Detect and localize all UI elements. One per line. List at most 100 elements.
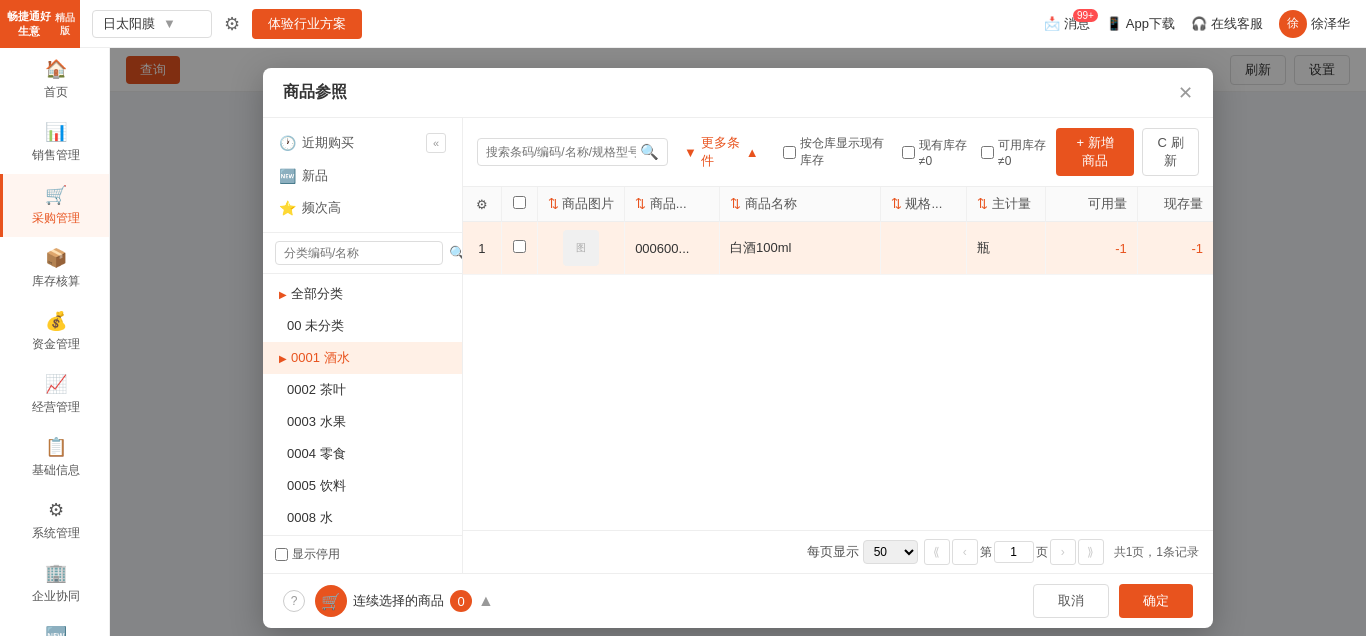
action-btns: + 新增商品 C 刷新: [1056, 128, 1199, 176]
filter-icon: ▼: [684, 145, 697, 160]
sidebar-item-operation[interactable]: 📈 经营管理: [0, 363, 109, 426]
th-settings: ⚙: [463, 187, 501, 222]
category-tea[interactable]: 0002 茶叶: [263, 374, 462, 406]
cart-count: 0: [450, 590, 472, 612]
help-icon[interactable]: ?: [283, 590, 305, 612]
sort-icon-unit: ⇅: [977, 196, 988, 211]
add-product-btn[interactable]: + 新增商品: [1056, 128, 1134, 176]
home-icon: 🏠: [45, 58, 67, 80]
frequent-icon: ⭐: [279, 200, 296, 216]
category-list: ▶ 全部分类 00 未分类 ▶ 0001 酒水 0002 茶: [263, 274, 462, 535]
purchase-icon: 🛒: [45, 184, 67, 206]
page-suffix-label: 页: [1036, 544, 1048, 561]
show-disabled-label[interactable]: 显示停用: [275, 546, 340, 563]
search-input[interactable]: [486, 145, 636, 159]
category-search-input[interactable]: [275, 241, 443, 265]
navbar: 畅捷通好生意 精品版 日太阳膜 ▼ ⚙ 体验行业方案 📩 消息 99+ 📱 Ap…: [0, 0, 1366, 48]
per-page: 每页显示 10 20 50 100: [807, 540, 918, 564]
frequent-nav[interactable]: ⭐ 频次高: [263, 192, 462, 224]
sort-icon-code: ⇅: [635, 196, 646, 211]
select-all-checkbox[interactable]: [513, 196, 526, 209]
settings-icon[interactable]: ⚙: [224, 13, 240, 35]
new-product-nav[interactable]: 🆕 新品: [263, 160, 462, 192]
category-water[interactable]: 0008 水: [263, 502, 462, 534]
category-fruit[interactable]: 0003 水果: [263, 406, 462, 438]
show-stock-checkbox[interactable]: [783, 146, 796, 159]
checkbox-nonzero-stock[interactable]: 现有库存≠0: [902, 137, 969, 168]
app-download-btn[interactable]: 📱 App下载: [1106, 15, 1175, 33]
sidebar-item-sales[interactable]: 📊 销售管理: [0, 111, 109, 174]
modal-footer: ? 🛒 连续选择的商品 0 ▲ 取消 确定: [263, 573, 1213, 628]
refresh-table-btn[interactable]: C 刷新: [1142, 128, 1199, 176]
checkbox-show-stock[interactable]: 按仓库显示现有库存: [783, 135, 890, 169]
last-page-btn[interactable]: ⟫: [1078, 539, 1104, 565]
filter-btn[interactable]: ▼ 更多条件 ▲: [676, 130, 767, 174]
sidebar-item-purchase[interactable]: 🛒 采购管理: [0, 174, 109, 237]
guide-icon: 🆕: [45, 625, 67, 636]
category-all[interactable]: ▶ 全部分类: [263, 278, 462, 310]
chevron-up-icon[interactable]: ▲: [478, 592, 494, 610]
product-table: ⚙ ⇅ 商品图片 ⇅ 商品...: [463, 187, 1213, 275]
th-unit: ⇅ 主计量: [967, 187, 1046, 222]
experience-btn[interactable]: 体验行业方案: [252, 9, 362, 39]
page-input[interactable]: [994, 541, 1034, 563]
category-drinks[interactable]: 0005 饮料: [263, 470, 462, 502]
sidebar-item-home[interactable]: 🏠 首页: [0, 48, 109, 111]
user-avatar[interactable]: 徐 徐泽华: [1279, 10, 1350, 38]
per-page-select[interactable]: 10 20 50 100: [863, 540, 918, 564]
sidebar-item-finance[interactable]: 💰 资金管理: [0, 300, 109, 363]
headset-icon: 🎧: [1191, 16, 1207, 31]
page-total: 共1页，1条记录: [1114, 544, 1199, 561]
nonzero-stock-checkbox[interactable]: [902, 146, 915, 159]
page-nav: ⟪ ‹ 第 页 › ⟫: [924, 539, 1104, 565]
available-checkbox[interactable]: [981, 146, 994, 159]
checkbox-group: 按仓库显示现有库存 现有库存≠0 可用库存≠0: [783, 135, 1049, 169]
app-logo: 畅捷通好生意 精品版: [0, 0, 80, 48]
collapse-icon[interactable]: «: [426, 133, 446, 153]
recent-purchase-nav[interactable]: 🕐 近期购买 «: [263, 126, 462, 160]
next-page-btn[interactable]: ›: [1050, 539, 1076, 565]
modal-overlay: 商品参照 ✕ 🕐 近期购买 «: [110, 48, 1366, 636]
store-dropdown[interactable]: 日太阳膜 ▼: [92, 10, 212, 38]
prev-page-btn[interactable]: ‹: [952, 539, 978, 565]
table-row[interactable]: 1 图 000600... 白酒100ml: [463, 222, 1213, 275]
th-name: ⇅ 商品名称: [719, 187, 880, 222]
category-snack[interactable]: 0004 零食: [263, 438, 462, 470]
category-uncategorized[interactable]: 00 未分类: [263, 310, 462, 342]
modal-close-btn[interactable]: ✕: [1178, 84, 1193, 102]
sidebar-item-guide[interactable]: 🆕 新手引导: [0, 615, 109, 636]
modal-header: 商品参照 ✕: [263, 68, 1213, 118]
first-page-btn[interactable]: ⟪: [924, 539, 950, 565]
category-liquor[interactable]: ▶ 0001 酒水: [263, 342, 462, 374]
category-search-icon[interactable]: 🔍: [449, 245, 463, 261]
sidebar-item-enterprise[interactable]: 🏢 企业协同: [0, 552, 109, 615]
cart-icon[interactable]: 🛒: [315, 585, 347, 617]
expand-icon: ▶: [279, 289, 287, 300]
sort-icon-name: ⇅: [730, 196, 741, 211]
notifications-btn[interactable]: 📩 消息 99+: [1044, 15, 1090, 33]
sidebar-item-system[interactable]: ⚙ 系统管理: [0, 489, 109, 552]
sidebar-item-basic[interactable]: 📋 基础信息: [0, 426, 109, 489]
cell-seq: 1: [463, 222, 501, 275]
cell-unit: 瓶: [967, 222, 1046, 275]
row-checkbox[interactable]: [513, 240, 526, 253]
checkbox-available[interactable]: 可用库存≠0: [981, 137, 1048, 168]
sales-icon: 📊: [45, 121, 67, 143]
page-label: 第: [980, 544, 992, 561]
th-available: 可用量: [1046, 187, 1138, 222]
filter-arrow-icon: ▲: [746, 145, 759, 160]
confirm-btn[interactable]: 确定: [1119, 584, 1193, 618]
footer-buttons: 取消 确定: [1033, 584, 1193, 618]
cancel-btn[interactable]: 取消: [1033, 584, 1109, 618]
search-icon[interactable]: 🔍: [640, 143, 659, 161]
cell-name: 白酒100ml: [719, 222, 880, 275]
th-spec: ⇅ 规格...: [880, 187, 966, 222]
search-input-wrap: 🔍: [477, 138, 668, 166]
show-disabled-checkbox[interactable]: [275, 548, 288, 561]
right-panel: 🔍 ▼ 更多条件 ▲ 按仓库显示现有库存: [463, 118, 1213, 573]
sidebar-item-inventory[interactable]: 📦 库存核算: [0, 237, 109, 300]
online-service-btn[interactable]: 🎧 在线客服: [1191, 15, 1263, 33]
bell-icon: 📩: [1044, 16, 1060, 31]
cell-check[interactable]: [501, 222, 537, 275]
navbar-right: 📩 消息 99+ 📱 App下载 🎧 在线客服 徐 徐泽华: [1044, 10, 1350, 38]
